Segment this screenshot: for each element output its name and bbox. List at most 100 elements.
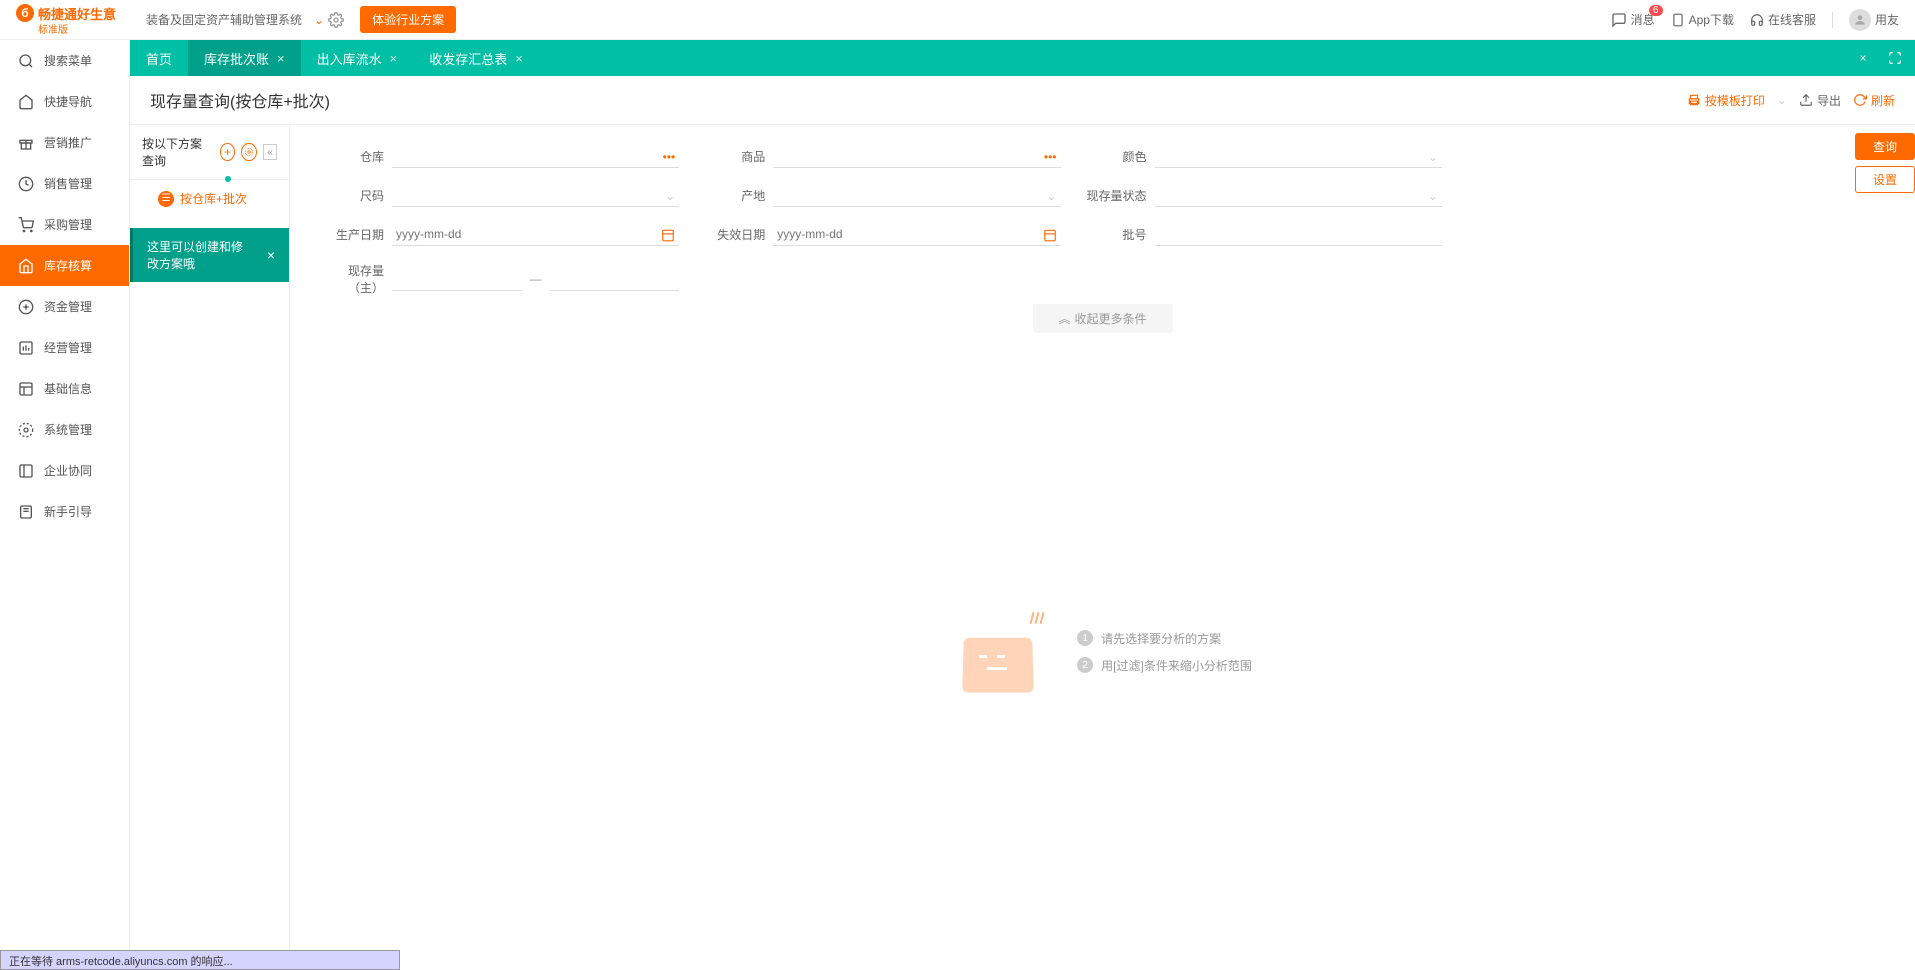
scheme-settings-button[interactable] (241, 143, 257, 161)
calendar-icon[interactable] (1043, 228, 1057, 242)
origin-input[interactable] (773, 184, 1060, 207)
step-number: 2 (1077, 657, 1093, 673)
prod-date-input[interactable] (392, 223, 679, 246)
stock-qty-to-input[interactable] (550, 268, 680, 291)
close-icon[interactable]: × (277, 51, 285, 66)
add-scheme-button[interactable]: + (220, 143, 236, 161)
color-input[interactable] (1155, 145, 1442, 168)
chevron-down-icon[interactable]: ⌄ (1428, 189, 1438, 203)
sidebar-item-baseinfo[interactable]: 基础信息 (0, 368, 129, 409)
chevron-down-icon[interactable]: ⌄ (1428, 150, 1438, 164)
messages-button[interactable]: 消息 6 (1611, 11, 1655, 28)
export-button[interactable]: 导出 (1799, 92, 1841, 109)
origin-label: 产地 (703, 187, 773, 204)
product-input[interactable] (773, 145, 1060, 168)
batch-label: 批号 (1085, 226, 1155, 243)
close-icon[interactable]: × (515, 51, 523, 66)
sidebar-item-enterprise[interactable]: 企业协同 (0, 450, 129, 491)
tab-flow[interactable]: 出入库流水 × (301, 40, 414, 76)
warehouse-input[interactable] (392, 145, 679, 168)
logo-area: б 畅捷通好生意 标准版 (16, 4, 130, 36)
sidebar-item-system[interactable]: 系统管理 (0, 409, 129, 450)
product-label: 商品 (703, 148, 773, 165)
chart-icon (18, 340, 34, 356)
chevron-down-icon[interactable]: ⌄ (1777, 93, 1787, 107)
refresh-button[interactable]: 刷新 (1853, 92, 1895, 109)
app-download-button[interactable]: App下载 (1671, 11, 1734, 28)
stock-status-input[interactable] (1155, 184, 1442, 207)
settings-button[interactable]: 设置 (1855, 166, 1915, 193)
empty-illustration (953, 612, 1053, 692)
experience-industry-button[interactable]: 体验行业方案 (360, 6, 456, 33)
chevron-down-icon[interactable]: ⌄ (665, 189, 675, 203)
more-icon[interactable]: ••• (663, 150, 676, 164)
database-icon (18, 381, 34, 397)
book-icon (18, 504, 34, 520)
page-header: 现存量查询(按仓库+批次) 按模板打印 ⌄ 导出 刷新 (130, 76, 1915, 125)
headset-icon (1750, 13, 1764, 27)
scheme-item[interactable]: ☰ 按仓库+批次 (130, 180, 289, 217)
sidebar-item-guide[interactable]: 新手引导 (0, 491, 129, 532)
expire-date-label: 失效日期 (703, 226, 773, 243)
sidebar-item-business[interactable]: 经营管理 (0, 327, 129, 368)
export-icon (1799, 93, 1813, 107)
sidebar-item-label: 营销推广 (44, 134, 92, 151)
sidebar-item-search[interactable]: 搜索菜单 (0, 40, 129, 81)
empty-state: 1 请先选择要分析的方案 2 用[过滤]条件来缩小分析范围 (290, 333, 1915, 970)
tab-label: 出入库流水 (317, 49, 382, 68)
page-title: 现存量查询(按仓库+批次) (150, 88, 330, 112)
tab-home[interactable]: 首页 (130, 40, 188, 76)
batch-input[interactable] (1155, 223, 1442, 246)
prod-date-label: 生产日期 (322, 226, 392, 243)
mobile-icon (1671, 13, 1685, 27)
sidebar-item-label: 经营管理 (44, 339, 92, 356)
collapse-panel-button[interactable]: « (263, 144, 277, 160)
sidebar-item-purchase[interactable]: 采购管理 (0, 204, 129, 245)
sidebar-item-label: 快捷导航 (44, 93, 92, 110)
logo-subtitle: 标准版 (38, 21, 68, 36)
tab-label: 首页 (146, 49, 172, 68)
system-selector[interactable]: 装备及固定资产辅助管理系统 ⌄ (146, 11, 324, 28)
size-input[interactable] (392, 184, 679, 207)
customer-service-button[interactable]: 在线客服 (1750, 11, 1816, 28)
close-all-tabs-button[interactable]: × (1851, 46, 1875, 70)
gear-icon (18, 422, 34, 438)
scheme-label: 按仓库+批次 (180, 190, 247, 207)
color-label: 颜色 (1085, 148, 1155, 165)
sidebar-item-inventory[interactable]: 库存核算 (0, 245, 129, 286)
tab-summary[interactable]: 收发存汇总表 × (413, 40, 539, 76)
tag-icon (18, 176, 34, 192)
tab-inventory-batch[interactable]: 库存批次账 × (188, 40, 301, 76)
chevron-down-icon[interactable]: ⌄ (1046, 189, 1056, 203)
sidebar-item-label: 新手引导 (44, 503, 92, 520)
close-icon[interactable]: × (267, 247, 275, 263)
refresh-icon (1853, 93, 1867, 107)
tab-bar: 首页 库存批次账 × 出入库流水 × 收发存汇总表 × × (130, 40, 1915, 76)
sidebar-item-label: 库存核算 (44, 257, 92, 274)
search-icon (18, 53, 34, 69)
print-template-button[interactable]: 按模板打印 (1687, 92, 1765, 109)
expire-date-input[interactable] (773, 223, 1060, 246)
stock-qty-from-input[interactable] (392, 268, 522, 291)
size-label: 尺码 (322, 187, 392, 204)
user-menu[interactable]: 用友 (1849, 9, 1899, 31)
box-icon (18, 258, 34, 274)
query-button[interactable]: 查询 (1855, 133, 1915, 160)
system-name: 装备及固定资产辅助管理系统 (146, 11, 306, 28)
sidebar-item-marketing[interactable]: 营销推广 (0, 122, 129, 163)
more-icon[interactable]: ••• (1044, 150, 1057, 164)
collapse-conditions-button[interactable]: ︽ 收起更多条件 (1033, 304, 1173, 333)
empty-step-text: 请先选择要分析的方案 (1101, 630, 1221, 647)
sidebar-item-finance[interactable]: 资金管理 (0, 286, 129, 327)
stock-status-label: 现存量状态 (1085, 187, 1155, 204)
fullscreen-button[interactable] (1883, 46, 1907, 70)
close-icon[interactable]: × (390, 51, 398, 66)
range-separator: — (530, 272, 542, 286)
settings-gear-button[interactable] (324, 8, 348, 32)
sidebar-item-quicknav[interactable]: 快捷导航 (0, 81, 129, 122)
tab-label: 收发存汇总表 (429, 49, 507, 68)
calendar-icon[interactable] (661, 228, 675, 242)
sidebar-item-sales[interactable]: 销售管理 (0, 163, 129, 204)
tooltip-text: 这里可以创建和修改方案哦 (147, 238, 255, 272)
step-number: 1 (1077, 630, 1093, 646)
